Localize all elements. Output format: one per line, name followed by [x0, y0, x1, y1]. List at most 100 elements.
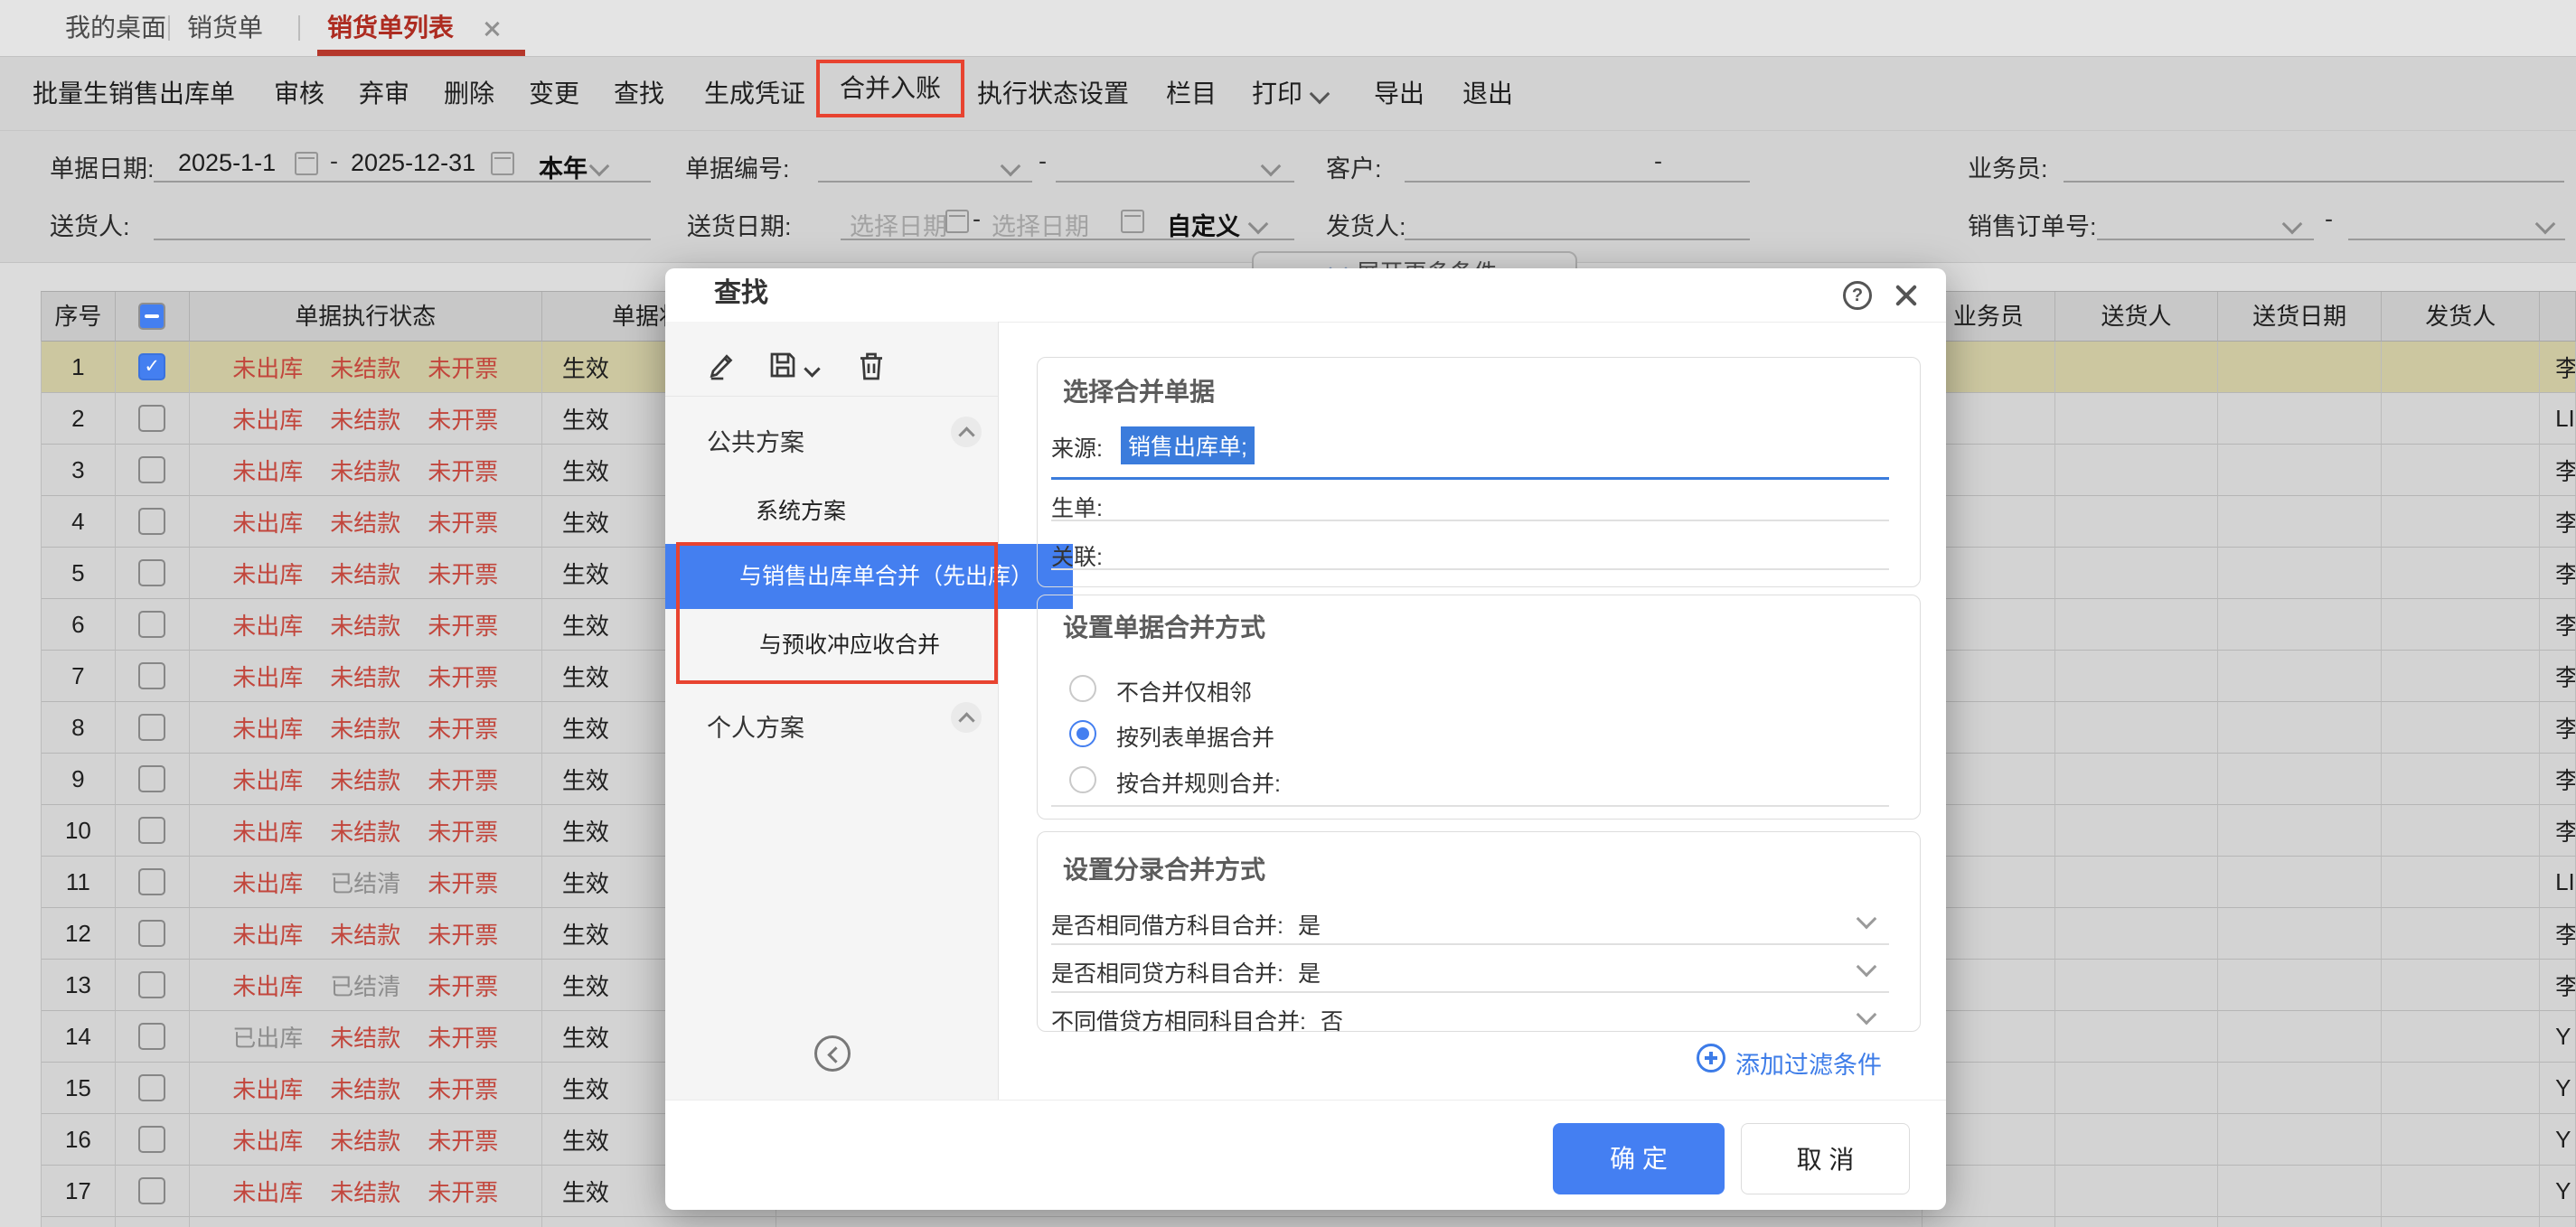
sales-order-no-from-input[interactable]	[2097, 239, 2314, 240]
toolbar-execution-status-settings[interactable]: 执行状态设置	[977, 56, 1129, 131]
close-tab-icon[interactable]	[483, 20, 501, 38]
column-header-序号[interactable]: 序号	[42, 292, 116, 342]
add-filter-condition-link[interactable]: 添加过滤条件	[1735, 1045, 1882, 1081]
row-checkbox-cell	[115, 496, 190, 548]
toolbar-export[interactable]: 导出	[1374, 56, 1424, 131]
row-checkbox[interactable]	[138, 508, 166, 535]
doc-date-to-input[interactable]: 2025-12-31	[351, 149, 475, 177]
scheme-item-system[interactable]: 系统方案	[665, 490, 1089, 533]
cancel-button[interactable]: 取 消	[1741, 1123, 1910, 1194]
toolbar-delete[interactable]: 删除	[444, 56, 494, 131]
row-index-cell: 14	[42, 1011, 116, 1063]
toolbar-exit[interactable]: 退出	[1462, 56, 1513, 131]
column-header-blank[interactable]	[2540, 292, 2576, 342]
merge-rule-input[interactable]	[1051, 805, 1889, 807]
deliverer-cell	[2055, 1217, 2218, 1227]
doc-no-to-input[interactable]	[1056, 181, 1294, 183]
row-checkbox[interactable]	[138, 1126, 166, 1153]
same-credit-merge-label: 是否相同贷方科目合并:	[1051, 961, 1283, 987]
calendar-icon[interactable]	[295, 152, 318, 175]
toolbar-change[interactable]: 变更	[529, 56, 579, 131]
delivery-date-to-input[interactable]: 选择日期	[992, 207, 1089, 242]
radio-label-merge-by-rule: 按合并规则合并:	[1116, 772, 1281, 797]
row-checkbox[interactable]	[138, 456, 166, 483]
salesman-input[interactable]	[2064, 181, 2564, 183]
toolbar-unaudit[interactable]: 弃审	[359, 56, 409, 131]
sales-order-no-to-input[interactable]	[2348, 239, 2565, 240]
column-header-发货人[interactable]: 发货人	[2382, 292, 2541, 342]
public-schemes-group[interactable]: 公共方案	[707, 423, 804, 458]
toolbar-merge-posting[interactable]: 合并入账	[820, 63, 961, 114]
shipper-cell	[2382, 960, 2541, 1011]
ok-button[interactable]: 确 定	[1553, 1123, 1725, 1194]
collapse-up-icon[interactable]	[951, 702, 982, 733]
source-input[interactable]	[1051, 477, 1889, 480]
same-credit-merge-value[interactable]: 是	[1298, 956, 1321, 988]
clipped-right-cell: Y	[2540, 1114, 2576, 1166]
shipper-cell	[2382, 496, 2541, 548]
row-checkbox[interactable]	[138, 1023, 166, 1050]
generate-input[interactable]	[1051, 520, 1889, 521]
personal-schemes-group[interactable]: 个人方案	[707, 708, 804, 744]
row-checkbox[interactable]	[138, 611, 166, 638]
toolbar-audit[interactable]: 审核	[274, 56, 324, 131]
source-value-selected[interactable]: 销售出库单;	[1121, 426, 1255, 464]
clipped-right-cell: 李	[2540, 805, 2576, 857]
calendar-icon[interactable]	[491, 152, 514, 175]
radio-merge-by-list[interactable]	[1069, 720, 1096, 747]
doc-date-preset-select[interactable]: 本年	[539, 149, 588, 184]
doc-no-from-input[interactable]	[818, 181, 1032, 183]
row-checkbox[interactable]	[138, 971, 166, 998]
save-scheme-icon[interactable]	[766, 349, 799, 381]
row-checkbox[interactable]	[138, 817, 166, 844]
tab-sales-order[interactable]: 销货单	[187, 0, 263, 56]
calendar-icon[interactable]	[945, 210, 969, 233]
toolbar-print[interactable]: 打印	[1252, 56, 1302, 131]
column-header-blank[interactable]	[115, 292, 190, 342]
row-checkbox[interactable]	[138, 1177, 166, 1204]
row-checkbox[interactable]	[138, 662, 166, 689]
same-debit-merge-value[interactable]: 是	[1298, 908, 1321, 941]
column-header-送货人[interactable]: 送货人	[2055, 292, 2218, 342]
table-row[interactable]	[41, 1217, 2576, 1227]
row-checkbox[interactable]	[138, 1074, 166, 1101]
delivery-date-from-input[interactable]: 选择日期	[850, 207, 947, 242]
edit-scheme-icon[interactable]	[705, 349, 738, 381]
customer-input[interactable]	[1405, 181, 1750, 183]
shipper-cell	[2382, 702, 2541, 754]
row-checkbox-cell	[115, 342, 190, 393]
help-icon[interactable]	[1843, 281, 1872, 310]
relation-input[interactable]	[1051, 568, 1889, 570]
toolbar-columns[interactable]: 栏目	[1166, 56, 1217, 131]
deliverer-input[interactable]	[154, 239, 651, 240]
row-checkbox[interactable]	[138, 353, 166, 380]
row-checkbox[interactable]	[138, 868, 166, 895]
plus-circle-icon[interactable]	[1697, 1044, 1725, 1072]
column-header-单据执行状态[interactable]: 单据执行状态	[189, 292, 542, 342]
row-checkbox[interactable]	[138, 405, 166, 432]
radio-no-merge-adjacent[interactable]	[1069, 675, 1096, 702]
toolbar-find[interactable]: 查找	[614, 56, 664, 131]
doc-date-from-input[interactable]: 2025-1-1	[178, 149, 276, 177]
column-header-送货日期[interactable]: 送货日期	[2217, 292, 2383, 342]
row-index-cell: 4	[42, 496, 116, 548]
row-checkbox[interactable]	[138, 765, 166, 792]
tab-my-desktop[interactable]: 我的桌面	[65, 0, 166, 56]
collapse-panel-icon[interactable]	[814, 1035, 851, 1072]
status-tag: 未出库	[232, 509, 304, 537]
row-checkbox[interactable]	[138, 559, 166, 586]
row-checkbox[interactable]	[138, 714, 166, 741]
delete-scheme-icon[interactable]	[855, 349, 888, 381]
row-checkbox[interactable]	[138, 920, 166, 947]
toolbar-batch-generate-outbound[interactable]: 批量生销售出库单	[33, 56, 235, 131]
close-dialog-icon[interactable]	[1893, 282, 1920, 309]
radio-merge-by-rule[interactable]	[1069, 766, 1096, 793]
shipper-input[interactable]	[1405, 239, 1750, 240]
delivery-date-preset-select[interactable]: 自定义	[1167, 207, 1240, 242]
select-all-checkbox[interactable]	[138, 303, 166, 330]
toolbar-generate-voucher[interactable]: 生成凭证	[704, 56, 805, 131]
diff-side-same-account-merge-value[interactable]: 否	[1321, 1004, 1343, 1036]
collapse-up-icon[interactable]	[951, 417, 982, 447]
tab-sales-order-list[interactable]: 销货单列表	[327, 0, 454, 56]
calendar-icon[interactable]	[1121, 210, 1144, 233]
